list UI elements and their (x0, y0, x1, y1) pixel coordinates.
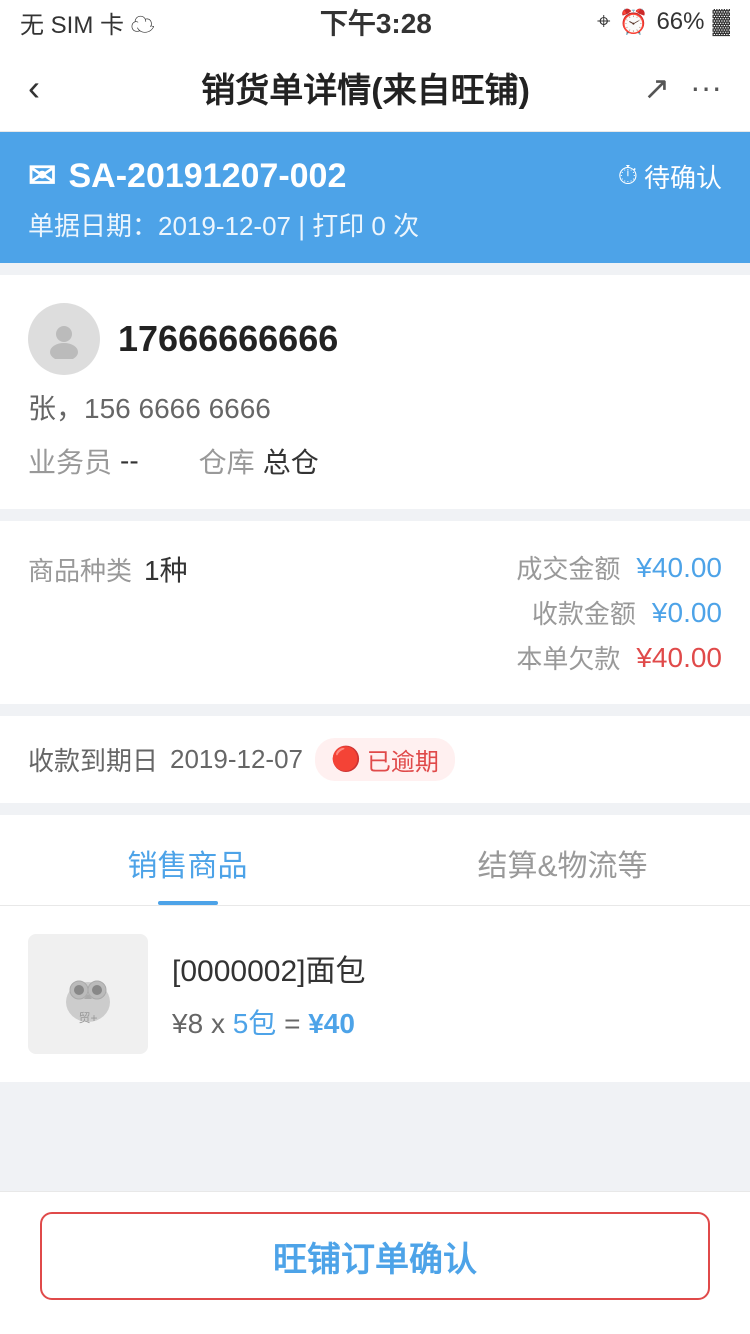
warehouse-value: 总仓 (263, 441, 319, 481)
tab-sales[interactable]: 销售商品 (0, 815, 375, 905)
salesperson-value: -- (120, 445, 139, 477)
status-clock-icon: ⏱ (618, 160, 638, 192)
bottom-bar: 旺铺订单确认 (0, 1191, 750, 1334)
tabs-section: 销售商品 结算&物流等 贸+ [0000002]面包 (0, 815, 750, 1082)
order-icon: ✉ (28, 156, 57, 196)
order-banner: ✉ SA-20191207-002 ⏱ 待确认 单据日期：2019-12-07 … (0, 132, 750, 263)
nav-bar: ‹ 销货单详情(来自旺铺) ↗ ··· (0, 44, 750, 132)
amount-label-2: 本单欠款 (516, 639, 620, 676)
customer-section: 17666666666 张，156 6666 6666 业务员 -- 仓库 总仓 (0, 275, 750, 509)
amount-value-0: ¥40.00 (636, 552, 722, 584)
overdue-icon: 🔴 (331, 745, 361, 774)
status-right: ⌖ ⏰ 66% ▓ (597, 8, 730, 37)
duedate-section: 收款到期日 2019-12-07 🔴 已逾期 (0, 716, 750, 803)
order-id-text: SA-20191207-002 (69, 157, 347, 196)
page-title: 销货单详情(来自旺铺) (201, 63, 530, 112)
order-id: ✉ SA-20191207-002 (28, 156, 346, 196)
amount-value-1: ¥0.00 (652, 597, 722, 629)
product-price: ¥8 x 5包 = ¥40 (172, 1002, 722, 1042)
summary-amounts: 成交金额 ¥40.00 收款金额 ¥0.00 本单欠款 ¥40.00 (516, 549, 722, 676)
customer-name-phone: 张，156 6666 6666 (28, 387, 722, 427)
customer-phone: 17666666666 (118, 318, 338, 360)
amount-value-2: ¥40.00 (636, 642, 722, 674)
overdue-text: 已逾期 (367, 742, 439, 777)
salesperson-item: 业务员 -- (28, 441, 139, 481)
type-value: 1种 (144, 549, 188, 589)
overdue-badge: 🔴 已逾期 (315, 738, 455, 781)
svg-text:贸+: 贸+ (78, 1011, 97, 1025)
back-button[interactable]: ‹ (28, 67, 88, 109)
status-time: 下午3:28 (320, 2, 432, 42)
multiply-sign: x (211, 1008, 233, 1039)
sim-text: 无 SIM 卡 ☁ (20, 5, 155, 40)
duedate-value: 2019-12-07 (170, 744, 303, 775)
equals-sign: = (284, 1008, 308, 1039)
location-icon: ⌖ (597, 8, 611, 36)
duedate-label: 收款到期日 (28, 741, 158, 778)
amount-row-2: 本单欠款 ¥40.00 (516, 639, 722, 676)
price-unit: ¥8 (172, 1008, 203, 1039)
product-total: ¥40 (308, 1008, 355, 1039)
avatar (28, 303, 100, 375)
order-date: 单据日期：2019-12-07 | 打印 0 次 (28, 206, 722, 243)
product-name: [0000002]面包 (172, 946, 722, 990)
amount-row-0: 成交金额 ¥40.00 (516, 549, 722, 586)
warehouse-label: 仓库 (199, 441, 255, 481)
status-bar: 无 SIM 卡 ☁ 下午3:28 ⌖ ⏰ 66% ▓ (0, 0, 750, 44)
summary-section: 商品种类 1种 成交金额 ¥40.00 收款金额 ¥0.00 本单欠款 ¥40.… (0, 521, 750, 704)
more-icon[interactable]: ··· (690, 69, 722, 106)
product-info: [0000002]面包 ¥8 x 5包 = ¥40 (172, 946, 722, 1042)
order-status: ⏱ 待确认 (618, 158, 722, 195)
product-thumbnail: 贸+ (28, 934, 148, 1054)
customer-meta: 业务员 -- 仓库 总仓 (28, 441, 722, 481)
tabs-header: 销售商品 结算&物流等 (0, 815, 750, 906)
order-status-text: 待确认 (644, 158, 722, 195)
battery-text: 66% (656, 8, 704, 36)
type-label: 商品种类 (28, 551, 132, 588)
product-item: 贸+ [0000002]面包 ¥8 x 5包 = ¥40 (0, 906, 750, 1082)
confirm-order-button[interactable]: 旺铺订单确认 (40, 1212, 710, 1300)
amount-label-1: 收款金额 (532, 594, 636, 631)
amount-label-0: 成交金额 (516, 549, 620, 586)
warehouse-item: 仓库 总仓 (199, 441, 319, 481)
battery-icon: ▓ (712, 8, 730, 36)
summary-type: 商品种类 1种 (28, 549, 516, 589)
product-qty: 5包 (233, 1008, 277, 1039)
amount-row-1: 收款金额 ¥0.00 (532, 594, 722, 631)
share-icon[interactable]: ↗ (643, 69, 670, 107)
status-left: 无 SIM 卡 ☁ (20, 5, 155, 40)
nav-actions: ↗ ··· (643, 69, 722, 107)
salesperson-label: 业务员 (28, 441, 112, 481)
alarm-icon: ⏰ (619, 8, 649, 37)
tab-settlement[interactable]: 结算&物流等 (375, 815, 750, 905)
